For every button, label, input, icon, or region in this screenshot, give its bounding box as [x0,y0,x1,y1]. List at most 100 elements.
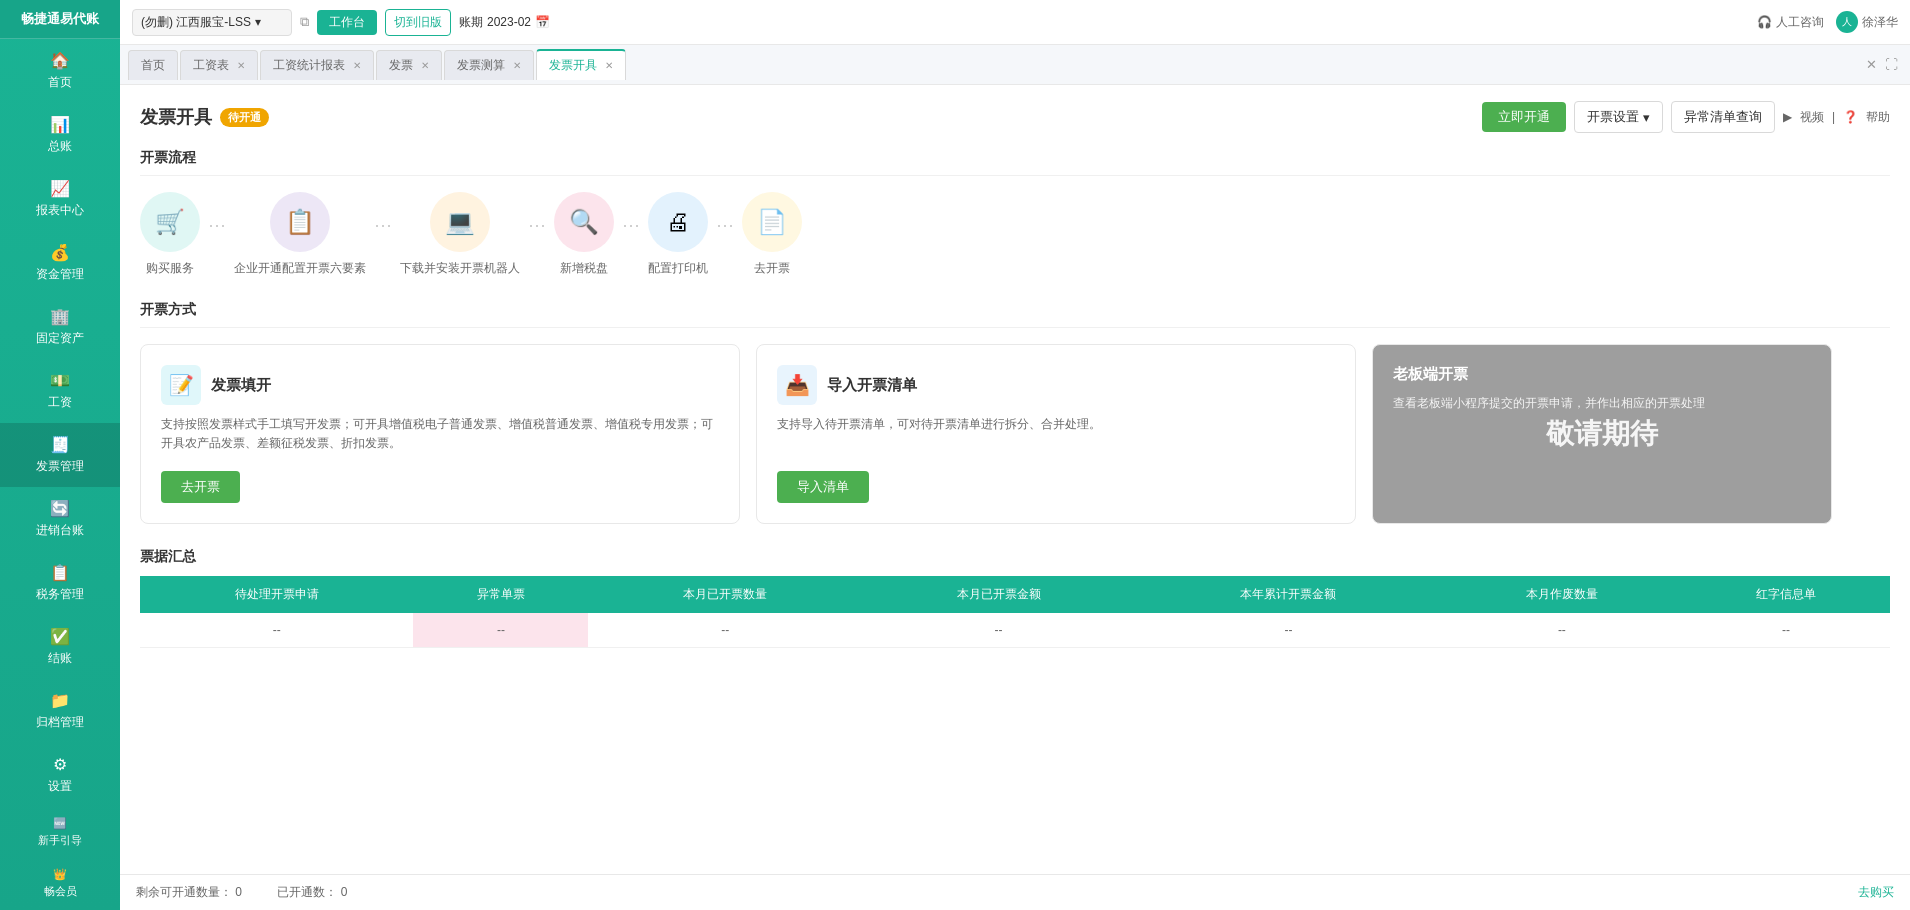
footer-bar: 剩余可开通数量： 0 已开通数： 0 去购买 [120,874,1910,910]
tab-invoice-calc[interactable]: 发票测算 ✕ [444,50,534,80]
sidebar-footer-label: 畅会员 [44,884,77,899]
tab-invoice-calc-close[interactable]: ✕ [513,60,521,71]
col-void-count: 本月作废数量 [1442,576,1683,613]
tab-invoice-issue[interactable]: 发票开具 ✕ [536,49,626,80]
download-robot-label: 下载并安装开票机器人 [400,260,520,277]
method-import-desc: 支持导入待开票清单，可对待开票清单进行拆分、合并处理。 [777,415,1335,455]
sidebar-item-tax-management[interactable]: 📋 税务管理 [0,551,120,615]
sidebar-item-label: 进销台账 [36,522,84,539]
col-year-amount: 本年累计开票金额 [1135,576,1441,613]
col-month-amount: 本月已开票金额 [862,576,1135,613]
coming-soon-text: 敬请期待 [1546,415,1658,453]
sidebar-item-label: 工资 [48,394,72,411]
fund-icon: 💰 [50,243,70,262]
step-download-robot[interactable]: 💻 下载并安装开票机器人 [400,192,520,277]
tab-home[interactable]: 首页 [128,50,178,80]
opened-value: 0 [341,885,348,899]
help-row: ▶ 视频 | ❓ 帮助 [1783,109,1890,126]
user-info[interactable]: 人 徐泽华 [1836,11,1898,33]
topbar: (勿删) 江西服宝-LSS ▾ ⧉ 工作台 切到旧版 账期 2023-02 📅 … [120,0,1910,45]
calendar-icon[interactable]: 📅 [535,15,550,29]
tab-invoice-close[interactable]: ✕ [421,60,429,71]
col-red-info: 红字信息单 [1682,576,1890,613]
tab-invoice-issue-label: 发票开具 [549,57,597,74]
arrow-4: ⋯ [622,214,640,256]
method-card-import-list: 📥 导入开票清单 支持导入待开票清单，可对待开票清单进行拆分、合并处理。 导入清… [756,344,1356,524]
sidebar-item-label: 报表中心 [36,202,84,219]
add-tax-disk-icon: 🔍 [554,192,614,252]
open-settings-button[interactable]: 开票设置 ▾ [1574,101,1663,133]
step-buy-service[interactable]: 🛒 购买服务 [140,192,200,277]
sidebar-item-invoice-management[interactable]: 🧾 发票管理 [0,423,120,487]
buy-service-icon: 🛒 [140,192,200,252]
tab-home-label: 首页 [141,57,165,74]
method-card-header-manual: 📝 发票填开 [161,365,719,405]
step-config-printer[interactable]: 🖨 配置打印机 [648,192,708,277]
username: 徐泽华 [1862,14,1898,31]
tab-invoice-issue-close[interactable]: ✕ [605,60,613,71]
period-value: 2023-02 [487,15,531,29]
sidebar-item-settings[interactable]: ⚙ 设置 [0,743,120,807]
sidebar-item-general-ledger[interactable]: 📊 总账 [0,103,120,167]
buy-link[interactable]: 去购买 [1858,884,1894,901]
sidebar-item-archive-management[interactable]: 📁 归档管理 [0,679,120,743]
sidebar-item-fixed-assets[interactable]: 🏢 固定资产 [0,295,120,359]
headset-icon: 🎧 [1757,15,1772,29]
tab-invoice[interactable]: 发票 ✕ [376,50,442,80]
old-terminal-desc: 查看老板端小程序提交的开票申请，并作出相应的开票处理 [1393,394,1811,413]
dropdown-icon: ▾ [1643,110,1650,125]
report-center-icon: 📈 [50,179,70,198]
sidebar-item-settlement[interactable]: ✅ 结账 [0,615,120,679]
avatar: 人 [1836,11,1858,33]
abnormal-query-button[interactable]: 异常清单查询 [1671,101,1775,133]
config-printer-label: 配置打印机 [648,260,708,277]
close-all-icon[interactable]: ✕ [1866,57,1877,72]
step-add-tax-disk[interactable]: 🔍 新增税盘 [554,192,614,277]
sidebar-item-new-guide[interactable]: 🆕 新手引导 [0,807,120,858]
topbar-right: 🎧 人工咨询 人 徐泽华 [1757,11,1898,33]
customer-service-label: 人工咨询 [1776,14,1824,31]
sidebar-item-report-center[interactable]: 📈 报表中心 [0,167,120,231]
sidebar-item-fund-management[interactable]: 💰 资金管理 [0,231,120,295]
methods-section-title: 开票方式 [140,301,1890,328]
maximize-icon[interactable]: ⛶ [1885,57,1898,72]
sidebar: 畅捷通易代账 🏠 首页 📊 总账 📈 报表中心 💰 资金管理 🏢 固定资产 💵 … [0,0,120,910]
open-now-button[interactable]: 立即开通 [1482,102,1566,132]
arrow-5: ⋯ [716,214,734,256]
tab-salary-report[interactable]: 工资统计报表 ✕ [260,50,374,80]
app-name: 畅捷通易代账 [21,10,99,28]
tab-invoice-label: 发票 [389,57,413,74]
tab-salary-report-label: 工资统计报表 [273,57,345,74]
sidebar-item-member[interactable]: 👑 畅会员 [0,858,120,909]
enterprise-config-label: 企业开通配置开票六要素 [234,260,366,277]
sidebar-item-label: 设置 [48,778,72,795]
customer-service[interactable]: 🎧 人工咨询 [1757,14,1824,31]
import-list-button[interactable]: 导入清单 [777,471,869,503]
fixed-assets-icon: 🏢 [50,307,70,326]
tab-salary-table[interactable]: 工资表 ✕ [180,50,258,80]
sidebar-item-purchase-sales[interactable]: 🔄 进销台账 [0,487,120,551]
sidebar-item-label: 资金管理 [36,266,84,283]
tab-salary-report-close[interactable]: ✕ [353,60,361,71]
process-section-title: 开票流程 [140,149,1890,176]
help-video-label: 视频 [1800,109,1824,126]
process-steps: 🛒 购买服务 ⋯ 📋 企业开通配置开票六要素 ⋯ 💻 下载并安装开票机器人 ⋯ … [140,192,1890,277]
sidebar-item-home[interactable]: 🏠 首页 [0,39,120,103]
invoice-management-icon: 🧾 [50,435,70,454]
company-selector[interactable]: (勿删) 江西服宝-LSS ▾ [132,9,292,36]
switch-old-button[interactable]: 切到旧版 [385,9,451,36]
step-issue-invoice[interactable]: 📄 去开票 [742,192,802,277]
tab-salary-table-close[interactable]: ✕ [237,60,245,71]
sidebar-item-salary[interactable]: 💵 工资 [0,359,120,423]
copy-icon[interactable]: ⧉ [300,14,309,30]
go-issue-invoice-button[interactable]: 去开票 [161,471,240,503]
pending-badge: 待开通 [220,108,269,127]
step-enterprise-config[interactable]: 📋 企业开通配置开票六要素 [234,192,366,277]
tab-controls: ✕ ⛶ [1866,57,1910,72]
settings-icon: ⚙ [53,755,67,774]
workbench-button[interactable]: 工作台 [317,10,377,35]
val-void-count: -- [1442,613,1683,648]
opened-label: 已开通数： [277,885,337,899]
sidebar-footer-label: 新手引导 [38,833,82,848]
issue-invoice-label: 去开票 [754,260,790,277]
